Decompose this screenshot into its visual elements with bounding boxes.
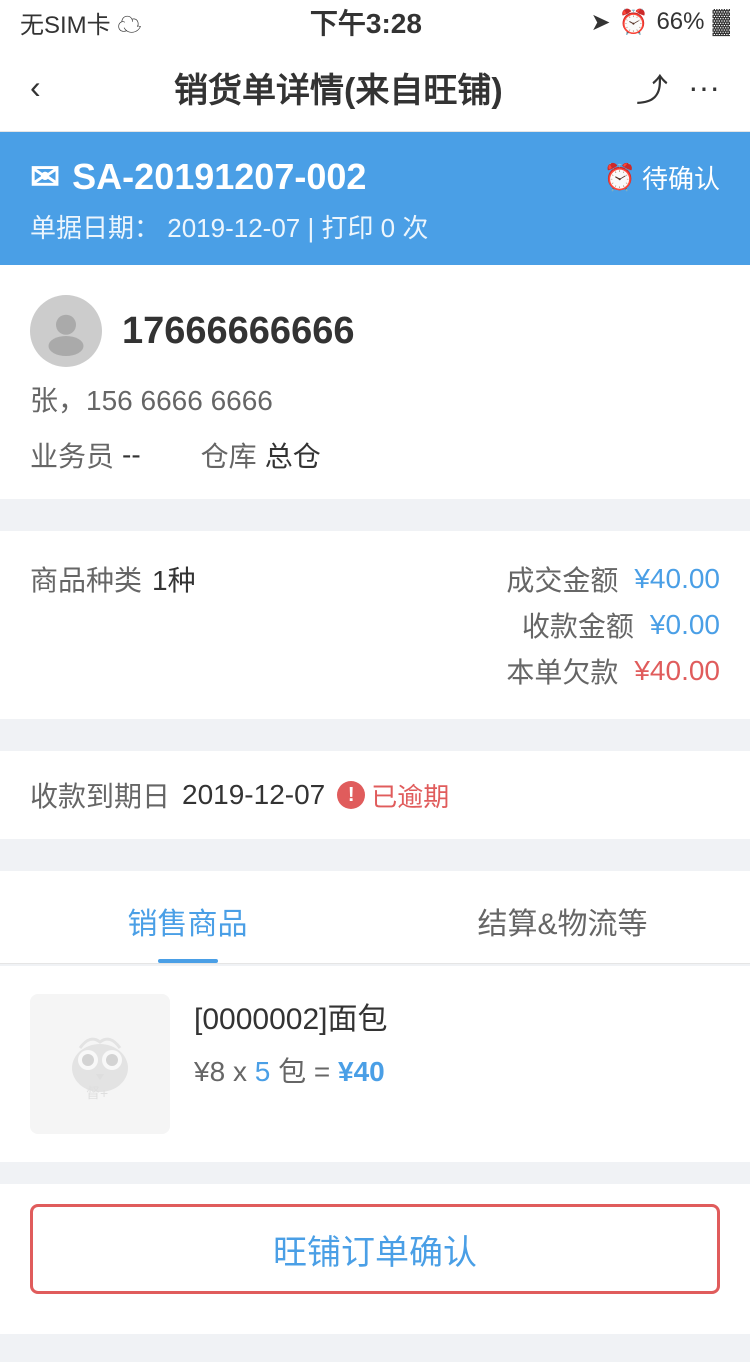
customer-meta: 业务员 -- 仓库 总仓 <box>30 435 720 475</box>
customer-phone: 17666666666 <box>122 310 354 353</box>
total-price: ¥40 <box>338 1056 385 1087</box>
date-label: 单据日期： <box>30 213 160 243</box>
battery-icon: ▓ <box>713 8 731 36</box>
order-date: 单据日期： 2019-12-07 | 打印 0 次 <box>30 208 720 245</box>
status-left: 无SIM卡 ☁ <box>20 5 141 40</box>
due-date-label: 收款到期日 <box>30 775 170 815</box>
confirm-button[interactable]: 旺铺订单确认 <box>30 1204 720 1294</box>
divider-3 <box>0 855 750 871</box>
owed-amount-value: ¥40.00 <box>634 655 720 687</box>
order-status: ⏰ 待确认 <box>604 159 720 196</box>
price-separator: x <box>233 1056 255 1087</box>
avatar <box>30 295 102 367</box>
owed-amount-label: 本单欠款 <box>506 651 618 691</box>
owed-amount-row: 本单欠款 ¥40.00 <box>506 651 720 691</box>
salesperson-value: -- <box>122 439 141 471</box>
divider-2 <box>0 735 750 751</box>
status-bar: 无SIM卡 ☁ 下午3:28 ➤ ⏰ 66% ▓ <box>0 0 750 44</box>
received-amount-row: 收款金额 ¥0.00 <box>522 605 720 645</box>
divider-1 <box>0 515 750 531</box>
customer-card: 17666666666 张，156 6666 6666 业务员 -- 仓库 总仓 <box>0 265 750 499</box>
deal-amount-row: 成交金额 ¥40.00 <box>506 559 720 599</box>
order-id-row: ✉ SA-20191207-002 ⏰ 待确认 <box>30 156 720 198</box>
salesperson-label: 业务员 <box>30 435 114 475</box>
equals: = <box>314 1056 338 1087</box>
summary-card: 商品种类 1种 成交金额 ¥40.00 收款金额 ¥0.00 本单欠款 ¥40.… <box>0 531 750 719</box>
warehouse-item: 仓库 总仓 <box>201 435 321 475</box>
warehouse-label: 仓库 <box>201 435 257 475</box>
alarm-icon: ⏰ <box>619 8 649 37</box>
deal-amount-label: 成交金额 <box>506 559 618 599</box>
order-id: ✉ SA-20191207-002 <box>30 156 366 198</box>
back-button[interactable]: ‹ <box>30 69 41 106</box>
summary-row: 商品种类 1种 成交金额 ¥40.00 收款金额 ¥0.00 本单欠款 ¥40.… <box>30 559 720 691</box>
product-image: 督+ <box>30 994 170 1134</box>
product-price: ¥8 x 5 包 = ¥40 <box>194 1050 720 1090</box>
overdue-icon: ! <box>337 781 365 809</box>
quantity: 5 <box>255 1056 271 1087</box>
status-text: 待确认 <box>642 159 720 196</box>
tabs-bar: 销售商品 结算&物流等 <box>0 871 750 964</box>
received-amount-label: 收款金额 <box>522 605 634 645</box>
confirm-bar: 旺铺订单确认 <box>0 1184 750 1334</box>
product-item: 督+ [0000002]面包 ¥8 x 5 包 = ¥40 <box>0 966 750 1162</box>
product-section: 督+ [0000002]面包 ¥8 x 5 包 = ¥40 <box>0 966 750 1162</box>
battery-text: 66% <box>656 8 704 36</box>
more-button[interactable]: ··· <box>688 69 720 106</box>
status-clock-icon: ⏰ <box>604 162 636 193</box>
deal-amount-value: ¥40.00 <box>634 563 720 595</box>
due-date-card: 收款到期日 2019-12-07 ! 已逾期 <box>0 751 750 839</box>
status-right: ➤ ⏰ 66% ▓ <box>590 8 730 37</box>
unit: 包 <box>278 1056 306 1087</box>
warehouse-value: 总仓 <box>265 435 321 475</box>
page-title: 销货单详情(来自旺铺) <box>174 63 503 112</box>
product-type-section: 商品种类 1种 <box>30 559 196 599</box>
status-time: 下午3:28 <box>310 2 422 42</box>
tab-settlement[interactable]: 结算&物流等 <box>375 871 750 963</box>
share-button[interactable]: ⤴ <box>636 65 668 111</box>
date-value: 2019-12-07 <box>167 213 300 243</box>
order-icon: ✉ <box>30 156 60 198</box>
product-name: [0000002]面包 <box>194 994 720 1038</box>
amounts-section: 成交金额 ¥40.00 收款金额 ¥0.00 本单欠款 ¥40.00 <box>506 559 720 691</box>
customer-name: 张，156 6666 6666 <box>30 379 720 419</box>
unit-price: ¥8 <box>194 1056 225 1087</box>
tab-products[interactable]: 销售商品 <box>0 871 375 963</box>
order-id-text: SA-20191207-002 <box>72 156 366 198</box>
product-info: [0000002]面包 ¥8 x 5 包 = ¥40 <box>194 994 720 1090</box>
due-date-value: 2019-12-07 <box>182 779 325 811</box>
svg-text:督+: 督+ <box>86 1085 108 1101</box>
nav-actions: ⤴ ··· <box>636 65 720 111</box>
location-icon: ➤ <box>590 8 610 37</box>
customer-top: 17666666666 <box>30 295 720 367</box>
product-type-row: 商品种类 1种 <box>30 559 196 599</box>
received-amount-value: ¥0.00 <box>650 609 720 641</box>
overdue-text: 已逾期 <box>371 777 449 814</box>
sim-text: 无SIM卡 ☁ <box>20 5 141 40</box>
nav-bar: ‹ 销货单详情(来自旺铺) ⤴ ··· <box>0 44 750 132</box>
print-text: | 打印 0 次 <box>307 213 428 243</box>
salesperson-item: 业务员 -- <box>30 435 141 475</box>
overdue-badge: ! 已逾期 <box>337 777 449 814</box>
product-type-label: 商品种类 <box>30 559 142 599</box>
product-type-value: 1种 <box>152 559 196 599</box>
order-banner: ✉ SA-20191207-002 ⏰ 待确认 单据日期： 2019-12-07… <box>0 132 750 265</box>
